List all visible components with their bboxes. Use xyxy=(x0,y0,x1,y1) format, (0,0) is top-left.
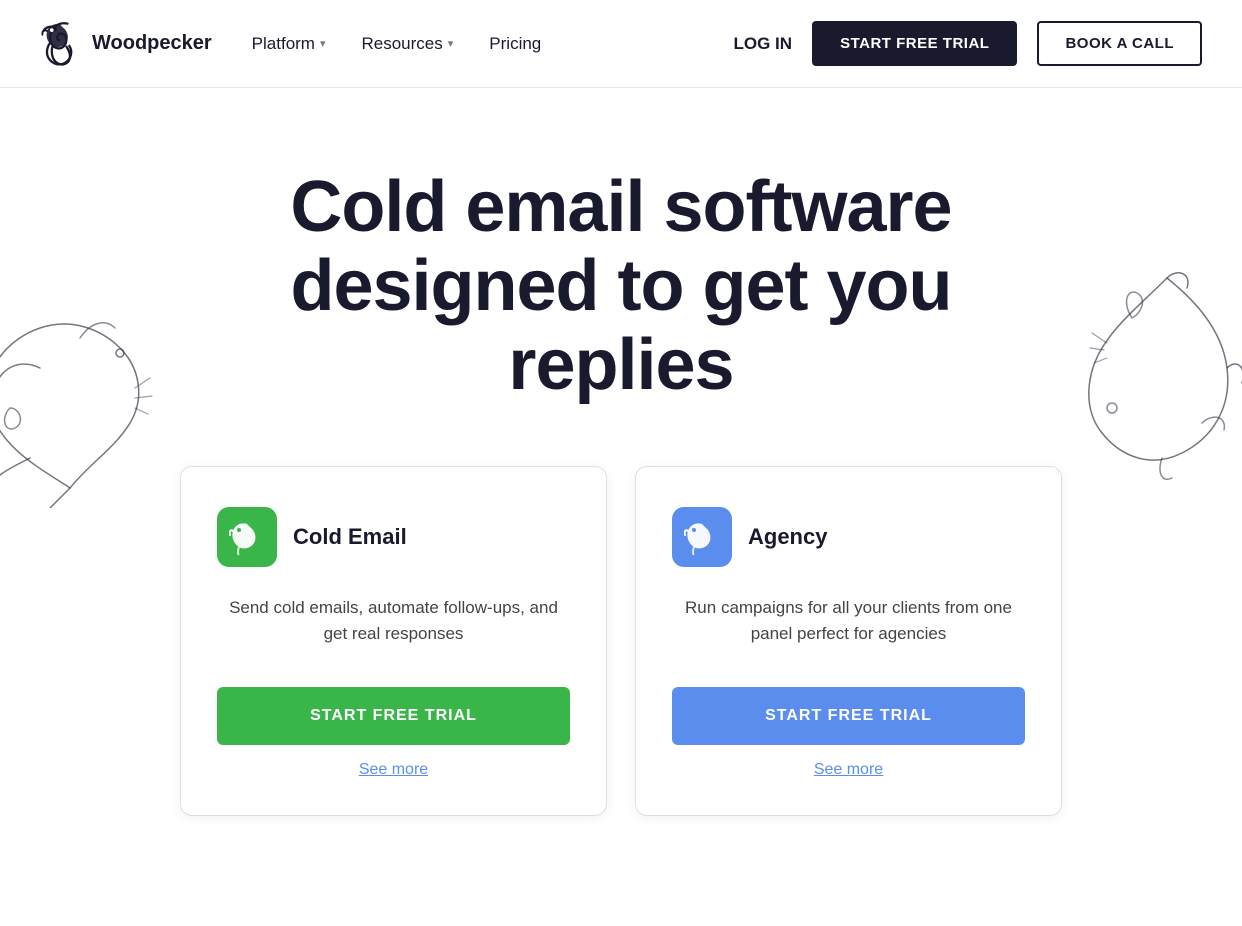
nav-call-button[interactable]: BOOK A CALL xyxy=(1037,21,1202,66)
cold-email-card: Cold Email Send cold emails, automate fo… xyxy=(180,466,607,816)
cold-email-icon xyxy=(229,519,265,555)
agency-icon xyxy=(684,519,720,555)
nav-right: LOG IN START FREE TRIAL BOOK A CALL xyxy=(734,21,1203,66)
agency-see-more[interactable]: See more xyxy=(672,761,1025,779)
deco-right-illustration xyxy=(1082,268,1242,488)
nav-trial-button[interactable]: START FREE TRIAL xyxy=(812,21,1017,66)
platform-chevron-icon: ▾ xyxy=(320,37,326,50)
agency-desc: Run campaigns for all your clients from … xyxy=(672,595,1025,655)
cold-email-trial-button[interactable]: START FREE TRIAL xyxy=(217,687,570,745)
nav-platform[interactable]: Platform ▾ xyxy=(252,34,326,54)
cold-email-title: Cold Email xyxy=(293,524,407,550)
nav-pricing[interactable]: Pricing xyxy=(489,34,541,54)
cold-email-desc: Send cold emails, automate follow-ups, a… xyxy=(217,595,570,655)
logo-link[interactable]: Woodpecker xyxy=(40,20,212,68)
hero-title: Cold email software designed to get you … xyxy=(171,168,1071,406)
logo-text: Woodpecker xyxy=(92,32,212,55)
agency-icon-bg xyxy=(672,507,732,567)
agency-card-header: Agency xyxy=(672,507,1025,567)
agency-trial-button[interactable]: START FREE TRIAL xyxy=(672,687,1025,745)
hero-section: Cold email software designed to get you … xyxy=(0,88,1242,926)
nav-links: Platform ▾ Resources ▾ Pricing xyxy=(252,34,734,54)
cold-email-icon-bg xyxy=(217,507,277,567)
agency-title: Agency xyxy=(748,524,827,550)
nav-resources[interactable]: Resources ▾ xyxy=(362,34,454,54)
product-cards: Cold Email Send cold emails, automate fo… xyxy=(40,466,1202,876)
login-link[interactable]: LOG IN xyxy=(734,34,793,54)
navbar: Woodpecker Platform ▾ Resources ▾ Pricin… xyxy=(0,0,1242,88)
agency-card: Agency Run campaigns for all your client… xyxy=(635,466,1062,816)
woodpecker-logo-icon xyxy=(40,20,82,68)
resources-chevron-icon: ▾ xyxy=(448,37,454,50)
cold-email-see-more[interactable]: See more xyxy=(217,761,570,779)
cold-email-card-header: Cold Email xyxy=(217,507,570,567)
